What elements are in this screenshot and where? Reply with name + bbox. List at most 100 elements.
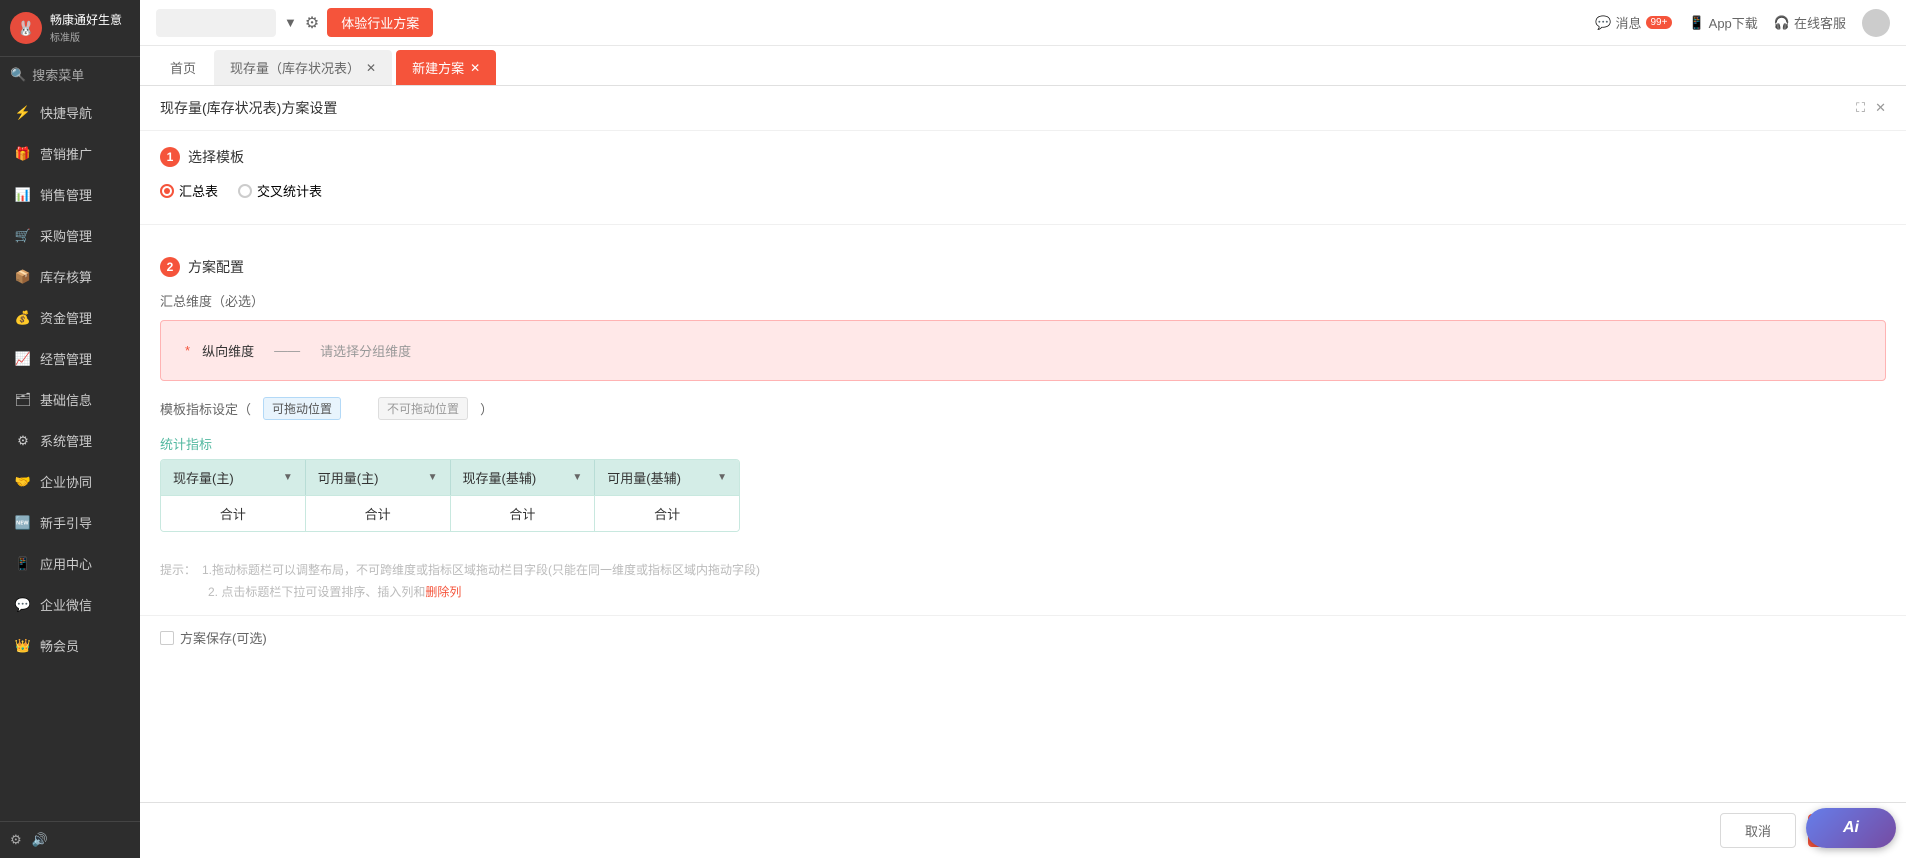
- cancel-button[interactable]: 取消: [1720, 813, 1796, 848]
- stats-col-2[interactable]: 可用量(主) ▼: [306, 460, 451, 495]
- radio-cross[interactable]: 交叉统计表: [238, 181, 322, 200]
- stats-body-col-3: 合计: [451, 496, 596, 531]
- step2-section: 2 方案配置 汇总维度（必选） * 纵向维度 —— 请选择分组维度 模板指标设定…: [140, 241, 1906, 548]
- draggable-tag: 可拖动位置: [263, 397, 341, 420]
- wechat-icon: 💬: [14, 596, 32, 614]
- sidebar-item-label: 经营管理: [40, 349, 92, 368]
- settings-icon[interactable]: ⚙: [10, 832, 22, 848]
- chevron-down-icon-3: ▼: [572, 472, 582, 483]
- radio-dot-cross: [238, 184, 252, 198]
- sidebar-item-label: 采购管理: [40, 226, 92, 245]
- trial-button[interactable]: 体验行业方案: [327, 8, 433, 37]
- tab-label: 现存量（库存状况表）: [230, 58, 360, 77]
- message-button[interactable]: 💬 消息 99+: [1595, 13, 1672, 32]
- sidebar-item-label: 系统管理: [40, 431, 92, 450]
- chevron-down-icon-1: ▼: [283, 472, 293, 483]
- sidebar-item-label: 资金管理: [40, 308, 92, 327]
- logo-icon: 🐰: [10, 12, 42, 44]
- enterprise-icon: 🤝: [14, 473, 32, 491]
- online-service-label: 在线客服: [1794, 13, 1846, 32]
- main-area: ▼ ⚙ 体验行业方案 💬 消息 99+ 📱 App下载 🎧 在线客服 首页: [140, 0, 1906, 858]
- tip-delete-text: 删除列: [425, 585, 461, 599]
- step1-label: 选择模板: [188, 147, 244, 167]
- basic-info-icon: 🗂: [14, 391, 32, 409]
- tip-2: 2. 点击标题栏下拉可设置排序、插入列和删除列: [160, 582, 1886, 604]
- app-center-icon: 📱: [14, 555, 32, 573]
- sidebar-item-label: 应用中心: [40, 554, 92, 573]
- radio-summary-label: 汇总表: [179, 181, 218, 200]
- service-icon: 🎧: [1774, 15, 1790, 31]
- stats-col-4[interactable]: 可用量(基辅) ▼: [595, 460, 739, 495]
- sidebar-item-wechat[interactable]: 💬 企业微信: [0, 584, 140, 625]
- dialog-title: 现存量(库存状况表)方案设置: [160, 98, 337, 118]
- topbar-dropdown[interactable]: ▼: [284, 15, 297, 30]
- tab-close-icon[interactable]: ✕: [366, 61, 376, 75]
- online-service-button[interactable]: 🎧 在线客服: [1774, 13, 1846, 32]
- topbar-search[interactable]: [156, 9, 276, 37]
- sidebar-item-label: 企业微信: [40, 595, 92, 614]
- stats-col-1[interactable]: 现存量(主) ▼: [161, 460, 306, 495]
- operations-icon: 📈: [14, 350, 32, 368]
- tab-close-active-icon[interactable]: ✕: [470, 61, 480, 75]
- chevron-down-icon: ▼: [284, 15, 297, 30]
- sidebar-item-system[interactable]: ⚙ 系统管理: [0, 420, 140, 461]
- expand-icon[interactable]: ⛶: [1856, 100, 1865, 116]
- tab-new-plan[interactable]: 新建方案 ✕: [396, 50, 496, 85]
- stats-col-4-label: 可用量(基辅): [607, 468, 681, 487]
- radio-dot-summary: [160, 184, 174, 198]
- purchase-icon: 🛒: [14, 227, 32, 245]
- save-checkbox[interactable]: [160, 631, 174, 645]
- topbar: ▼ ⚙ 体验行业方案 💬 消息 99+ 📱 App下载 🎧 在线客服: [140, 0, 1906, 46]
- sidebar-item-enterprise[interactable]: 🤝 企业协同: [0, 461, 140, 502]
- sidebar-item-sales[interactable]: 📊 销售管理: [0, 174, 140, 215]
- marketing-icon: 🎁: [14, 145, 32, 163]
- dim-placeholder[interactable]: 请选择分组维度: [320, 341, 411, 360]
- ai-label: Ai: [1843, 819, 1859, 837]
- speaker-icon[interactable]: 🔊: [32, 832, 48, 848]
- user-avatar[interactable]: [1862, 9, 1890, 37]
- template-setting: 模板指标设定（ 可拖动位置 不可拖动位置 ）: [160, 397, 1886, 420]
- template-setting-suffix: [353, 399, 366, 418]
- ai-button[interactable]: Ai: [1806, 808, 1896, 848]
- sidebar-item-label: 基础信息: [40, 390, 92, 409]
- sidebar-item-newbie[interactable]: 🆕 新手引导: [0, 502, 140, 543]
- sidebar-item-label: 库存核算: [40, 267, 92, 286]
- sidebar-item-basic-info[interactable]: 🗂 基础信息: [0, 379, 140, 420]
- stats-body-col-4: 合计: [595, 496, 739, 531]
- stats-label: 统计指标: [160, 434, 1886, 453]
- radio-summary[interactable]: 汇总表: [160, 181, 218, 200]
- inventory-icon: 📦: [14, 268, 32, 286]
- save-label: 方案保存(可选): [180, 628, 267, 647]
- sidebar-item-finance[interactable]: 💰 资金管理: [0, 297, 140, 338]
- topbar-gear[interactable]: ⚙: [305, 13, 319, 33]
- page-container: 现存量(库存状况表)方案设置 ⛶ ✕ 1 选择模板 汇总表: [140, 86, 1906, 802]
- search-icon: 🔍: [10, 67, 26, 83]
- template-setting-label: 模板指标设定（: [160, 399, 251, 418]
- home-label: 首页: [170, 61, 196, 76]
- sidebar-item-vip[interactable]: 👑 畅会员: [0, 625, 140, 666]
- tab-home[interactable]: 首页: [156, 50, 210, 85]
- tab-label: 新建方案: [412, 58, 464, 77]
- app-sub: 标准版: [50, 29, 122, 44]
- close-icon[interactable]: ✕: [1875, 100, 1886, 116]
- template-radio-group: 汇总表 交叉统计表: [160, 181, 1886, 200]
- step2-label: 方案配置: [188, 257, 244, 277]
- sidebar-item-app-center[interactable]: 📱 应用中心: [0, 543, 140, 584]
- stats-col-3[interactable]: 现存量(基辅) ▼: [451, 460, 596, 495]
- stats-col-3-label: 现存量(基辅): [463, 468, 537, 487]
- message-label: 消息: [1615, 13, 1641, 32]
- sales-icon: 📊: [14, 186, 32, 204]
- sidebar-item-marketing[interactable]: 🎁 营销推广: [0, 133, 140, 174]
- bottom-bar: 取消 查询: [140, 802, 1906, 858]
- sidebar-item-inventory[interactable]: 📦 库存核算: [0, 256, 140, 297]
- radio-cross-label: 交叉统计表: [257, 181, 322, 200]
- sidebar-item-quick-nav[interactable]: ⚡ 快捷导航: [0, 92, 140, 133]
- sidebar-search[interactable]: 🔍 搜索菜单: [0, 57, 140, 92]
- step2-badge: 2: [160, 257, 180, 277]
- sidebar-item-label: 新手引导: [40, 513, 92, 532]
- sidebar-item-purchase[interactable]: 🛒 采购管理: [0, 215, 140, 256]
- stats-body-row: 合计 合计 合计 合计: [161, 495, 739, 531]
- app-download-button[interactable]: 📱 App下载: [1688, 13, 1757, 32]
- tab-inventory-status[interactable]: 现存量（库存状况表） ✕: [214, 50, 392, 85]
- sidebar-item-operations[interactable]: 📈 经营管理: [0, 338, 140, 379]
